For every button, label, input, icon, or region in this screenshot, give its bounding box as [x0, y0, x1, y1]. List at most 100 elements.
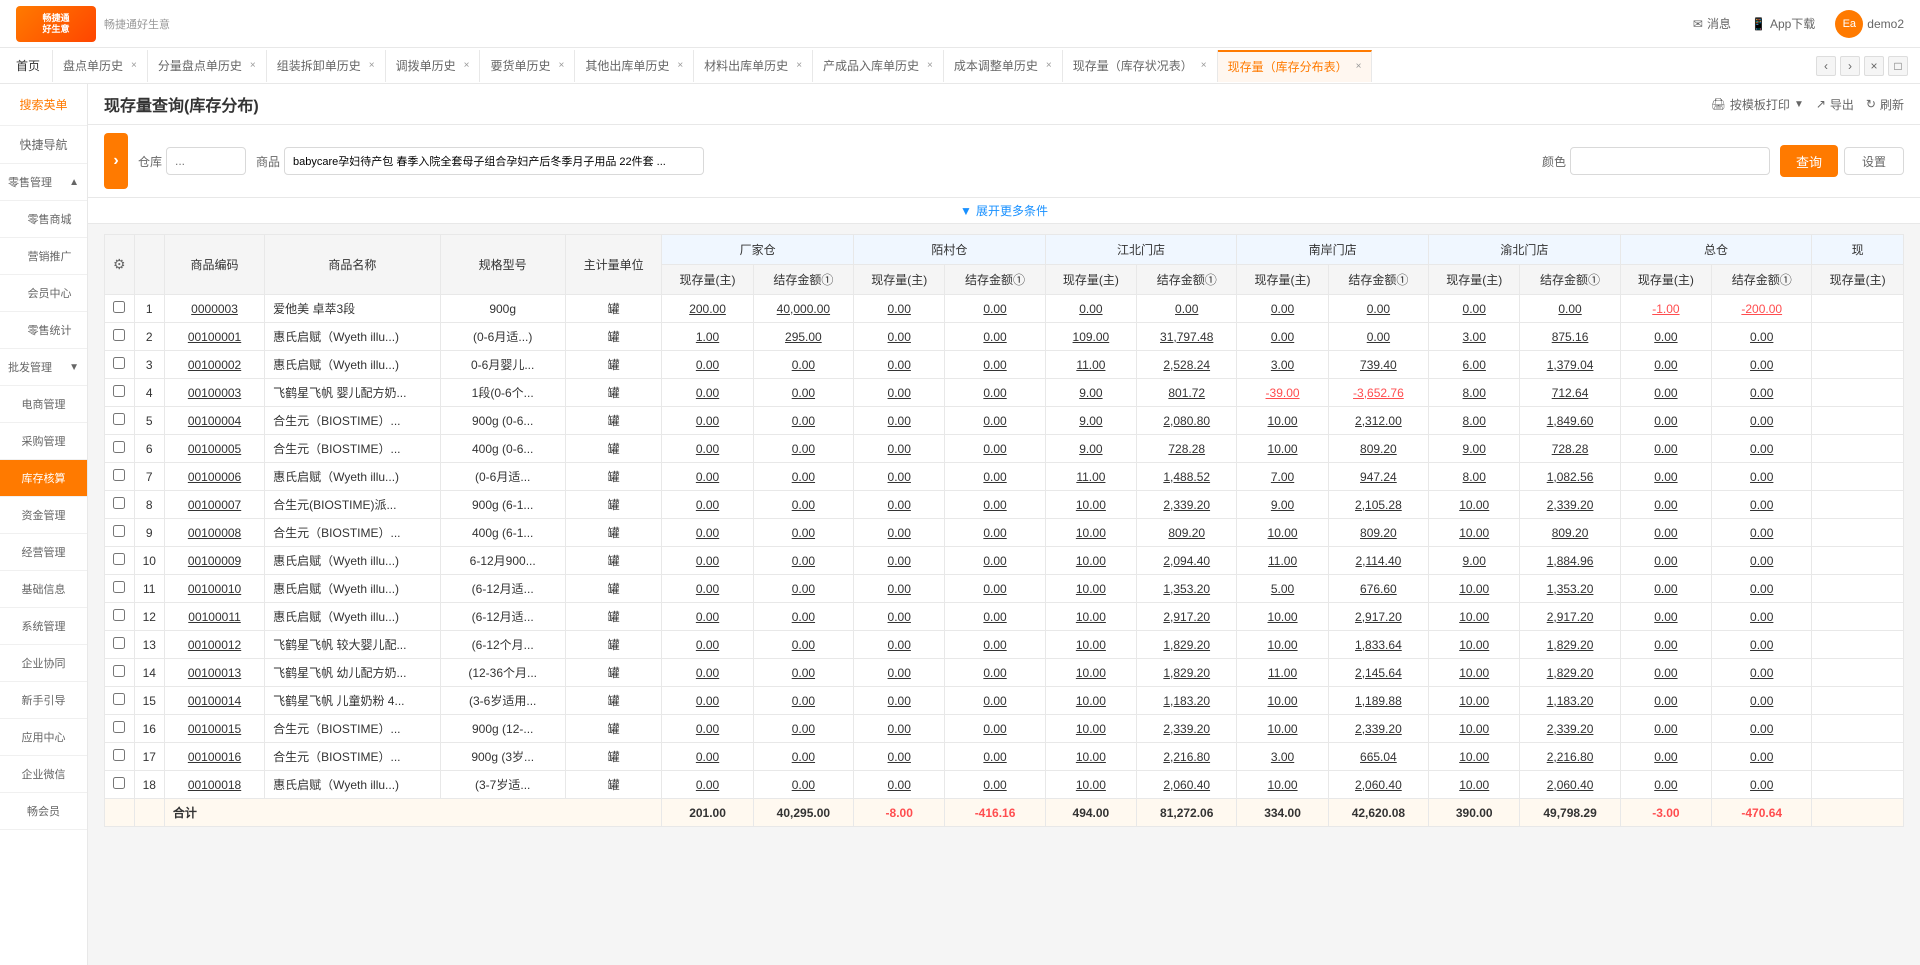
tab-transfer[interactable]: 调拨单历史 ×: [386, 50, 481, 82]
sidebar-item-retail-stats[interactable]: 零售统计: [0, 312, 87, 349]
row-checkbox[interactable]: [105, 295, 135, 323]
close-icon[interactable]: ×: [677, 60, 683, 71]
cell-value: 10.00: [1429, 771, 1520, 799]
cell-value: 0.00: [1620, 631, 1711, 659]
summary-row: 合计 201.00 40,295.00 -8.00 -416.16 494.00…: [105, 799, 1904, 827]
tab-cost-adjust[interactable]: 成本调整单历史 ×: [944, 50, 1063, 82]
row-checkbox[interactable]: [105, 463, 135, 491]
col-settings-icon[interactable]: ⚙: [105, 235, 135, 295]
row-no: 16: [134, 715, 164, 743]
sidebar-item-members[interactable]: 畅会员: [0, 793, 87, 830]
row-checkbox[interactable]: [105, 491, 135, 519]
close-icon[interactable]: ×: [464, 60, 470, 71]
row-checkbox[interactable]: [105, 435, 135, 463]
cell-value: 809.20: [1137, 519, 1237, 547]
cell-value: 0.00: [662, 379, 753, 407]
sidebar-item-retail-mgmt[interactable]: 零售管理 ▲: [0, 164, 87, 201]
tab-stock-dist[interactable]: 现存量（库存分布表） ×: [1218, 50, 1373, 82]
tab-stock-history[interactable]: 盘点单历史 ×: [53, 50, 148, 82]
row-checkbox[interactable]: [105, 547, 135, 575]
export-btn[interactable]: ↗ 导出: [1816, 96, 1854, 113]
row-checkbox[interactable]: [105, 743, 135, 771]
sidebar-item-purchase[interactable]: 采购管理: [0, 423, 87, 460]
close-icon[interactable]: ×: [1046, 60, 1052, 71]
goods-input[interactable]: [284, 147, 704, 175]
warehouse-input[interactable]: [166, 147, 246, 175]
sidebar-item-basic-info[interactable]: 基础信息: [0, 571, 87, 608]
row-checkbox[interactable]: [105, 575, 135, 603]
row-checkbox[interactable]: [105, 351, 135, 379]
row-name: 合生元（BIOSTIME）...: [265, 519, 440, 547]
tab-stock-status[interactable]: 现存量（库存状况表） ×: [1063, 50, 1218, 82]
user-profile[interactable]: Ea demo2: [1835, 10, 1904, 38]
setting-button[interactable]: 设置: [1844, 147, 1904, 175]
tab-close-all-btn[interactable]: ×: [1864, 56, 1884, 76]
export-icon: ↗: [1816, 97, 1826, 111]
query-button[interactable]: 查询: [1780, 145, 1838, 177]
sidebar-nav[interactable]: 快捷导航: [0, 126, 87, 164]
close-icon[interactable]: ×: [369, 60, 375, 71]
tab-other-out[interactable]: 其他出库单历史 ×: [575, 50, 694, 82]
tab-product-in[interactable]: 产成品入库单历史 ×: [813, 50, 944, 82]
tab-assemble[interactable]: 组装拆卸单历史 ×: [267, 50, 386, 82]
close-icon[interactable]: ×: [250, 60, 256, 71]
tab-next-btn[interactable]: ›: [1840, 56, 1860, 76]
row-checkbox[interactable]: [105, 687, 135, 715]
row-code: 0000003: [164, 295, 264, 323]
tab-requisition[interactable]: 要货单历史 ×: [480, 50, 575, 82]
sidebar-search[interactable]: 搜索英单: [0, 84, 87, 126]
row-checkbox[interactable]: [105, 771, 135, 799]
filter-buttons: 查询 设置: [1780, 145, 1904, 177]
sidebar-item-ecommerce[interactable]: 电商管理: [0, 386, 87, 423]
close-icon[interactable]: ×: [927, 60, 933, 71]
cell-value: 0.00: [753, 351, 853, 379]
cell-value: 10.00: [1429, 743, 1520, 771]
print-btn[interactable]: 🖨 按模板打印 ▼: [1711, 96, 1804, 113]
gear-icon[interactable]: ⚙: [113, 256, 126, 272]
expand-more-btn[interactable]: ▼ 展开更多条件: [960, 202, 1048, 219]
table-container[interactable]: ⚙ 商品编码 商品名称 规格型号 主计量单位 厂家仓 陌村仓 江北门店 南岸门店…: [88, 224, 1920, 965]
sidebar-item-wholesale[interactable]: 批发管理 ▼: [0, 349, 87, 386]
sidebar-item-member[interactable]: 会员中心: [0, 275, 87, 312]
summary-cell: 49,798.29: [1520, 799, 1620, 827]
sidebar-item-appstore[interactable]: 应用中心: [0, 719, 87, 756]
cell-value: 0.00: [1712, 463, 1812, 491]
color-input[interactable]: [1570, 147, 1770, 175]
row-checkbox[interactable]: [105, 407, 135, 435]
close-icon[interactable]: ×: [131, 60, 137, 71]
row-checkbox[interactable]: [105, 715, 135, 743]
refresh-btn[interactable]: ↻ 刷新: [1866, 96, 1904, 113]
row-checkbox[interactable]: [105, 379, 135, 407]
sidebar-item-retail-store[interactable]: 零售商城: [0, 201, 87, 238]
sidebar-item-finance[interactable]: 资金管理: [0, 497, 87, 534]
sidebar-item-guide[interactable]: 新手引导: [0, 682, 87, 719]
row-checkbox[interactable]: [105, 631, 135, 659]
close-icon[interactable]: ×: [558, 60, 564, 71]
row-checkbox[interactable]: [105, 323, 135, 351]
close-icon[interactable]: ×: [1201, 60, 1207, 71]
summary-cell: 390.00: [1429, 799, 1520, 827]
tab-expand-btn[interactable]: □: [1888, 56, 1908, 76]
close-icon[interactable]: ×: [796, 60, 802, 71]
sidebar-item-system[interactable]: 系统管理: [0, 608, 87, 645]
tab-home[interactable]: 首页: [4, 50, 53, 82]
app-download-btn[interactable]: 📱 App下载: [1751, 15, 1815, 32]
filter-expand-btn[interactable]: ›: [104, 133, 128, 189]
message-btn[interactable]: ✉ 消息: [1693, 15, 1731, 32]
tab-material-out[interactable]: 材料出库单历史 ×: [694, 50, 813, 82]
sidebar-item-marketing[interactable]: 营销推广: [0, 238, 87, 275]
row-checkbox[interactable]: [105, 519, 135, 547]
row-checkbox[interactable]: [105, 603, 135, 631]
tab-partial-stock[interactable]: 分量盘点单历史 ×: [148, 50, 267, 82]
cell-value: -3,652.76: [1328, 379, 1428, 407]
sidebar-item-wechat[interactable]: 企业微信: [0, 756, 87, 793]
close-icon[interactable]: ×: [1356, 61, 1362, 72]
row-checkbox[interactable]: [105, 659, 135, 687]
tab-prev-btn[interactable]: ‹: [1816, 56, 1836, 76]
row-spec: 900g (0-6...: [440, 407, 565, 435]
sidebar-item-operations[interactable]: 经营管理: [0, 534, 87, 571]
sidebar-item-enterprise[interactable]: 企业协同: [0, 645, 87, 682]
summary-empty: [105, 799, 135, 827]
sidebar-item-inventory[interactable]: 库存核算: [0, 460, 87, 497]
cell-value: 2,339.20: [1328, 715, 1428, 743]
